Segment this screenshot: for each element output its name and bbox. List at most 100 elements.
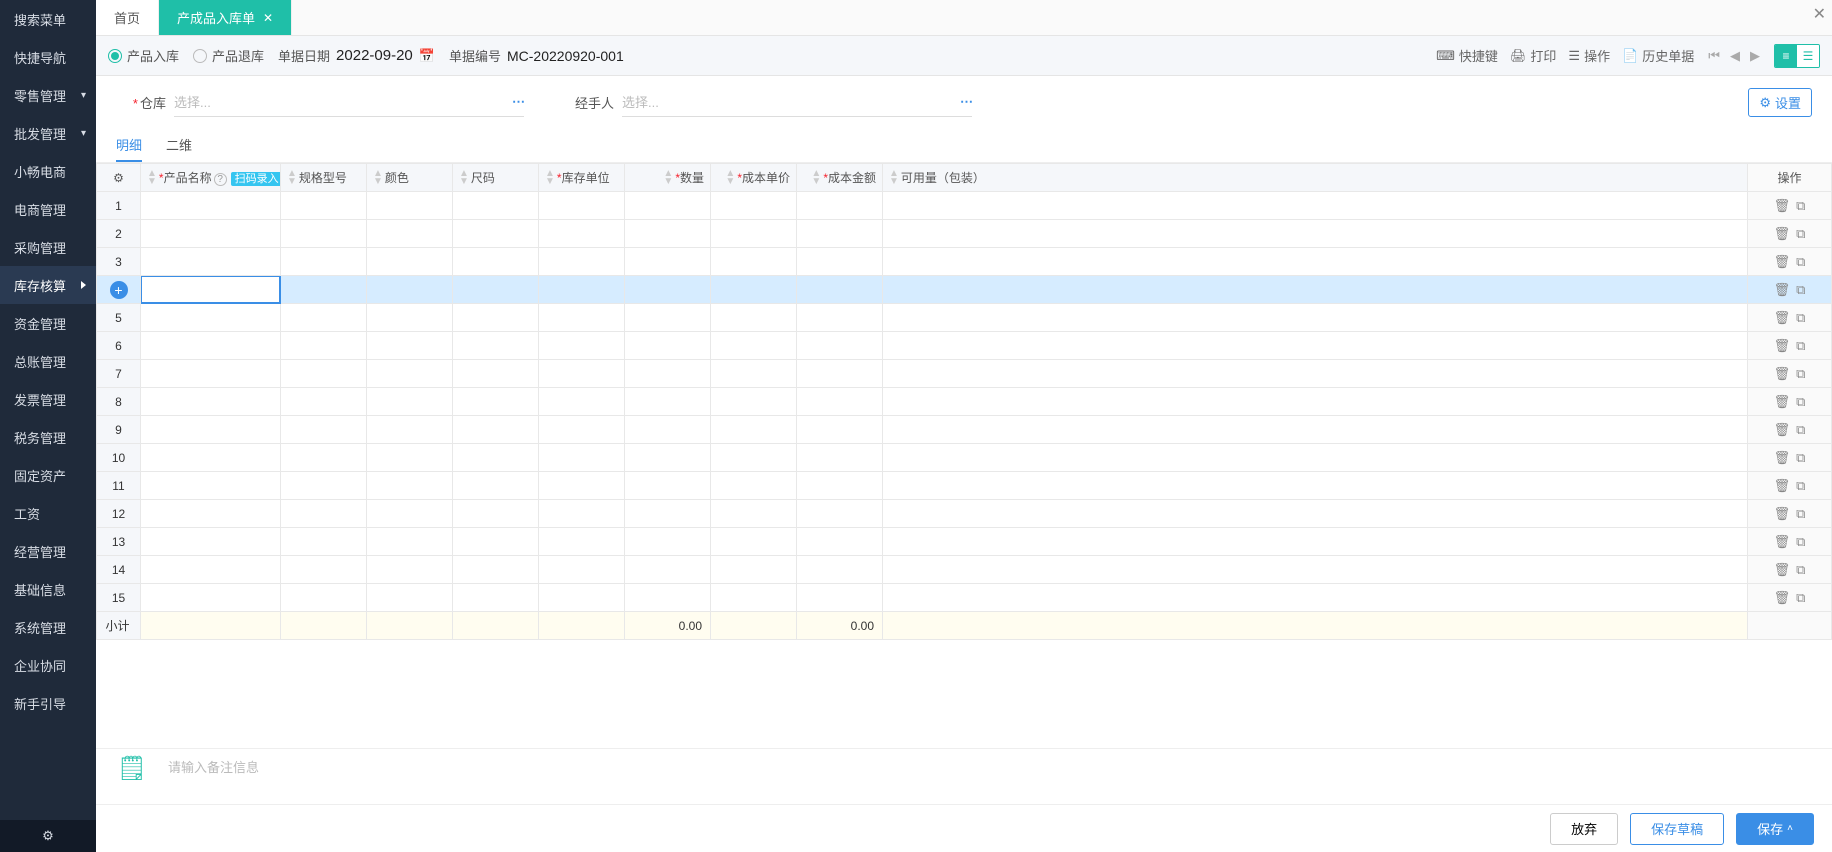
cell[interactable] <box>281 584 367 612</box>
discard-button[interactable]: 放弃 <box>1550 813 1618 845</box>
cell[interactable] <box>141 360 281 388</box>
nav-next[interactable]: ▶ <box>1748 48 1762 64</box>
subtab-detail[interactable]: 明细 <box>116 129 142 162</box>
sidebar-item[interactable]: 小畅电商 <box>0 152 96 190</box>
cell[interactable] <box>539 528 625 556</box>
cell[interactable] <box>797 584 883 612</box>
warehouse-input[interactable] <box>174 95 524 110</box>
cell[interactable] <box>625 556 711 584</box>
delete-row-icon[interactable] <box>1774 365 1791 381</box>
cell[interactable] <box>367 388 453 416</box>
radio-product-out[interactable]: 产品退库 <box>193 46 264 65</box>
cell[interactable] <box>625 192 711 220</box>
sidebar-item[interactable]: 经营管理 <box>0 532 96 570</box>
cell[interactable] <box>367 304 453 332</box>
delete-row-icon[interactable] <box>1774 589 1791 605</box>
cell[interactable] <box>711 444 797 472</box>
page-tab[interactable]: 产成品入库单✕ <box>159 0 292 35</box>
cell[interactable] <box>711 556 797 584</box>
th-amount[interactable]: ▲▼*成本金额 <box>797 164 883 192</box>
column-settings-button[interactable]: 设置 <box>1748 88 1812 117</box>
table-row[interactable]: 8 <box>97 388 1832 416</box>
cell[interactable] <box>367 584 453 612</box>
cell[interactable] <box>453 472 539 500</box>
cell[interactable] <box>797 500 883 528</box>
copy-row-icon[interactable] <box>1796 477 1805 493</box>
close-icon[interactable]: ✕ <box>263 11 273 25</box>
cell[interactable] <box>141 472 281 500</box>
sidebar-item[interactable]: 固定资产 <box>0 456 96 494</box>
delete-row-icon[interactable] <box>1774 561 1791 577</box>
cell[interactable] <box>453 332 539 360</box>
cell[interactable] <box>625 248 711 276</box>
add-row-icon[interactable]: + <box>110 281 128 299</box>
cell[interactable] <box>625 416 711 444</box>
sidebar-item[interactable]: 库存核算 <box>0 266 96 304</box>
cell[interactable] <box>539 220 625 248</box>
sidebar-item[interactable]: 工资 <box>0 494 96 532</box>
cell[interactable] <box>539 416 625 444</box>
handler-input[interactable] <box>622 95 972 110</box>
cell[interactable] <box>883 220 1748 248</box>
cell[interactable] <box>883 304 1748 332</box>
cell[interactable] <box>141 388 281 416</box>
th-gear[interactable] <box>97 164 141 192</box>
sidebar-item[interactable]: 快捷导航 <box>0 38 96 76</box>
cell[interactable] <box>141 584 281 612</box>
copy-row-icon[interactable] <box>1796 225 1805 241</box>
cell[interactable] <box>367 528 453 556</box>
cell[interactable] <box>883 360 1748 388</box>
cell[interactable] <box>711 332 797 360</box>
cell[interactable] <box>711 304 797 332</box>
page-tab[interactable]: 首页 <box>96 0 159 35</box>
cell[interactable] <box>797 248 883 276</box>
sidebar-item[interactable]: 基础信息 <box>0 570 96 608</box>
cell[interactable] <box>453 360 539 388</box>
subtab-matrix[interactable]: 二维 <box>166 129 192 162</box>
history-button[interactable]: 历史单据 <box>1622 46 1694 65</box>
cell[interactable] <box>797 528 883 556</box>
delete-row-icon[interactable] <box>1774 337 1791 353</box>
cell[interactable] <box>539 360 625 388</box>
cell[interactable] <box>453 500 539 528</box>
cell[interactable] <box>281 276 367 304</box>
nav-prev[interactable]: ◀ <box>1728 48 1742 64</box>
close-all-tabs[interactable]: ✕ <box>1813 4 1826 24</box>
cell[interactable] <box>539 248 625 276</box>
help-icon[interactable]: ? <box>214 173 227 186</box>
cell[interactable] <box>625 304 711 332</box>
cell[interactable] <box>141 276 281 304</box>
cell[interactable] <box>625 276 711 304</box>
sidebar-item[interactable]: 批发管理▾ <box>0 114 96 152</box>
nav-first[interactable]: ⏮ <box>1706 48 1722 64</box>
table-row[interactable]: 14 <box>97 556 1832 584</box>
cell[interactable] <box>281 332 367 360</box>
delete-row-icon[interactable] <box>1774 225 1791 241</box>
delete-row-icon[interactable] <box>1774 281 1791 297</box>
cell[interactable] <box>539 304 625 332</box>
cell[interactable] <box>797 472 883 500</box>
th-spec[interactable]: ▲▼规格型号 <box>281 164 367 192</box>
cell[interactable] <box>141 220 281 248</box>
cell[interactable] <box>453 248 539 276</box>
table-row[interactable]: 3 <box>97 248 1832 276</box>
remarks-input[interactable] <box>168 757 1818 797</box>
copy-row-icon[interactable] <box>1796 505 1805 521</box>
cell[interactable] <box>625 444 711 472</box>
cell[interactable] <box>711 416 797 444</box>
table-row[interactable]: 9 <box>97 416 1832 444</box>
cell[interactable] <box>141 192 281 220</box>
copy-row-icon[interactable] <box>1796 421 1805 437</box>
cell[interactable] <box>453 584 539 612</box>
cell[interactable] <box>367 556 453 584</box>
cell[interactable] <box>797 192 883 220</box>
cell[interactable] <box>625 528 711 556</box>
sidebar-item[interactable]: 零售管理▾ <box>0 76 96 114</box>
th-price[interactable]: ▲▼*成本单价 <box>711 164 797 192</box>
copy-row-icon[interactable] <box>1796 393 1805 409</box>
sidebar-item[interactable]: 总账管理 <box>0 342 96 380</box>
cell[interactable] <box>453 556 539 584</box>
delete-row-icon[interactable] <box>1774 533 1791 549</box>
cell[interactable] <box>281 500 367 528</box>
cell[interactable] <box>453 528 539 556</box>
